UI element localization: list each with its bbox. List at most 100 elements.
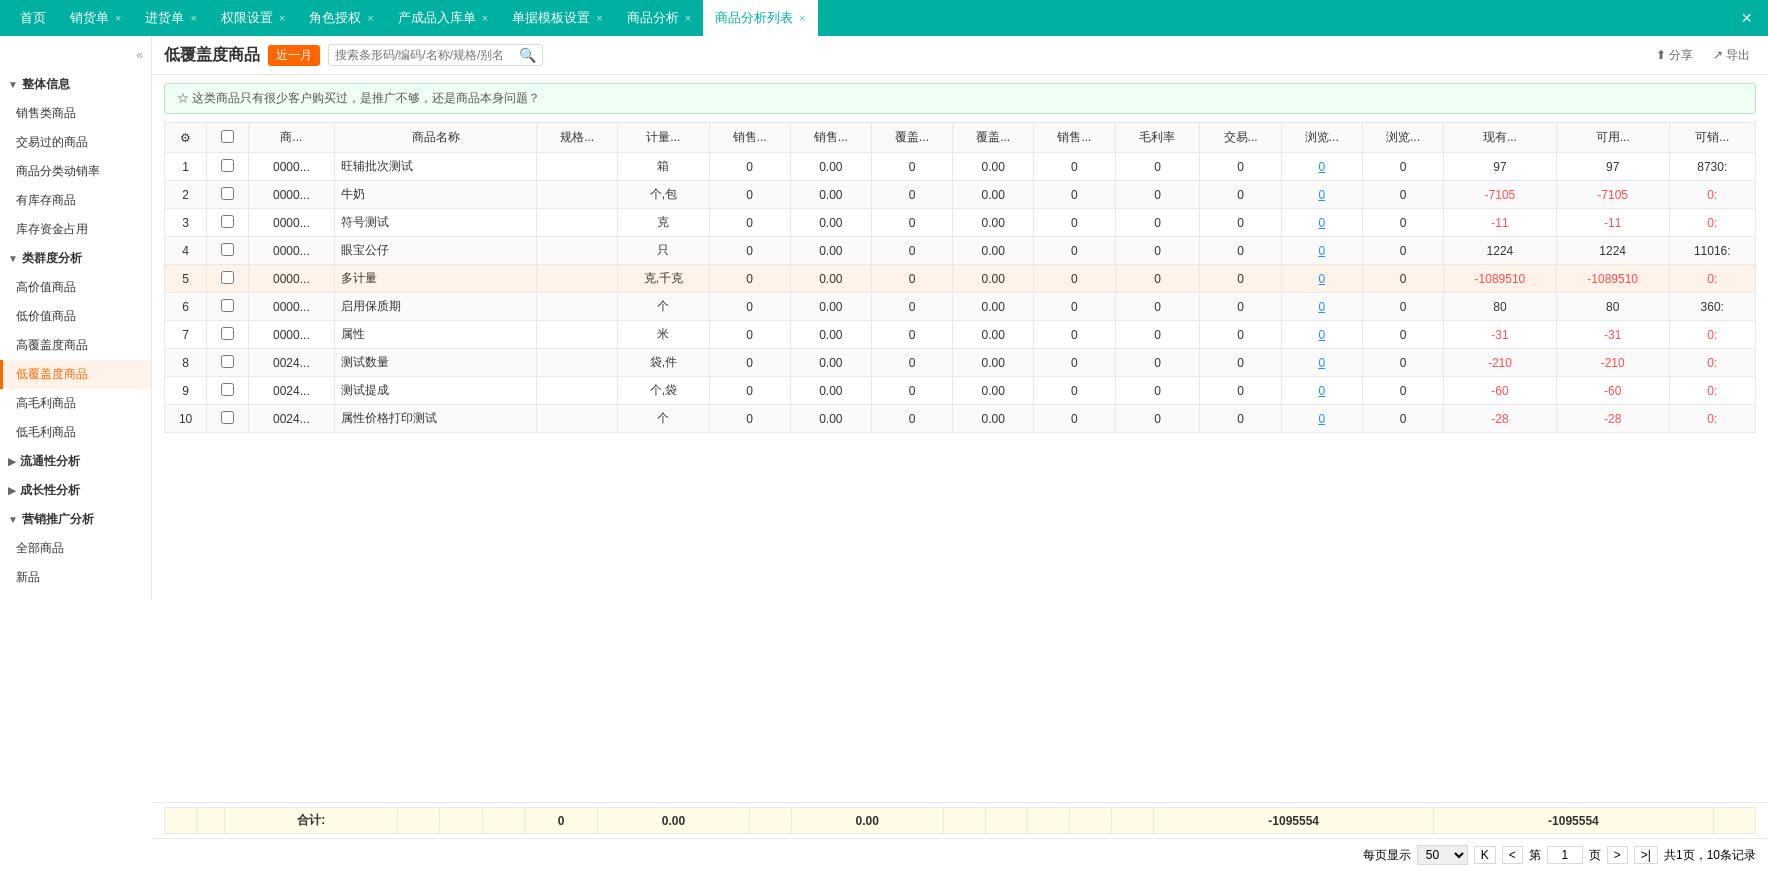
cell-checkbox[interactable]: [207, 265, 249, 293]
nav-product-analysis-list[interactable]: 商品分析列表 ×: [703, 0, 817, 36]
cell-browse1[interactable]: 0: [1281, 237, 1362, 265]
row-checkbox[interactable]: [221, 383, 234, 396]
th-saleable[interactable]: 可销...: [1669, 123, 1755, 153]
cell-checkbox[interactable]: [207, 377, 249, 405]
cell-checkbox[interactable]: [207, 405, 249, 433]
close-icon[interactable]: ×: [596, 12, 602, 24]
sidebar-item-high-margin[interactable]: 高毛利商品: [0, 389, 151, 418]
cell-browse1[interactable]: 0: [1281, 349, 1362, 377]
th-sku[interactable]: 商...: [248, 123, 334, 153]
sidebar-item-low-margin[interactable]: 低毛利商品: [0, 418, 151, 447]
sidebar-section-structure[interactable]: ▼ 类群度分析: [0, 244, 151, 273]
sidebar-section-flow[interactable]: ▶ 流通性分析: [0, 447, 151, 476]
th-sale3[interactable]: 销售...: [1034, 123, 1115, 153]
row-checkbox[interactable]: [221, 299, 234, 312]
cell-checkbox[interactable]: [207, 293, 249, 321]
th-trade[interactable]: 交易...: [1200, 123, 1281, 153]
nav-home[interactable]: 首页: [8, 0, 58, 36]
sidebar-item-in-stock-goods[interactable]: 有库存商品: [0, 186, 151, 215]
th-browse2[interactable]: 浏览...: [1362, 123, 1443, 153]
nav-permission-settings[interactable]: 权限设置 ×: [209, 0, 297, 36]
cell-sale3: 0: [1034, 237, 1115, 265]
close-icon[interactable]: ×: [115, 12, 121, 24]
row-checkbox[interactable]: [221, 215, 234, 228]
export-button[interactable]: ↗ 导出: [1707, 45, 1756, 66]
sidebar-section-growth[interactable]: ▶ 成长性分析: [0, 476, 151, 505]
sidebar-item-all-goods[interactable]: 全部商品: [0, 534, 151, 563]
last-page-button[interactable]: >|: [1634, 846, 1658, 864]
close-icon[interactable]: ×: [482, 12, 488, 24]
cell-checkbox[interactable]: [207, 209, 249, 237]
th-current-stock[interactable]: 现有...: [1444, 123, 1557, 153]
th-unit[interactable]: 计量...: [618, 123, 709, 153]
th-browse1[interactable]: 浏览...: [1281, 123, 1362, 153]
row-checkbox[interactable]: [221, 411, 234, 424]
cell-browse1[interactable]: 0: [1281, 293, 1362, 321]
row-checkbox[interactable]: [221, 243, 234, 256]
row-checkbox[interactable]: [221, 327, 234, 340]
cell-browse1[interactable]: 0: [1281, 265, 1362, 293]
th-settings[interactable]: ⚙: [165, 123, 207, 153]
nav-product-inbound[interactable]: 产成品入库单 ×: [386, 0, 500, 36]
first-page-button[interactable]: K: [1474, 846, 1496, 864]
row-checkbox[interactable]: [221, 271, 234, 284]
cell-checkbox[interactable]: [207, 349, 249, 377]
close-icon[interactable]: ×: [190, 12, 196, 24]
search-input[interactable]: [335, 48, 515, 62]
sidebar-item-traded-goods[interactable]: 交易过的商品: [0, 128, 151, 157]
close-icon[interactable]: ×: [367, 12, 373, 24]
cell-browse1[interactable]: 0: [1281, 405, 1362, 433]
sidebar-section-overall[interactable]: ▼ 整体信息: [0, 70, 151, 99]
close-icon[interactable]: ×: [685, 12, 691, 24]
sidebar-item-high-value[interactable]: 高价值商品: [0, 273, 151, 302]
sidebar-item-sales-goods[interactable]: 销售类商品: [0, 99, 151, 128]
nav-role-auth[interactable]: 角色授权 ×: [297, 0, 385, 36]
search-icon[interactable]: 🔍: [519, 47, 536, 63]
cell-checkbox[interactable]: [207, 153, 249, 181]
th-cover2[interactable]: 覆盖...: [953, 123, 1034, 153]
page-number-input[interactable]: [1547, 846, 1583, 864]
sidebar-item-category-sales-rate[interactable]: 商品分类动销率: [0, 157, 151, 186]
close-icon[interactable]: ×: [799, 12, 805, 24]
sidebar-item-low-coverage[interactable]: 低覆盖度商品: [0, 360, 151, 389]
nav-purchase-order[interactable]: 进货单 ×: [133, 0, 208, 36]
cell-browse1[interactable]: 0: [1281, 321, 1362, 349]
select-all-checkbox[interactable]: [221, 130, 234, 143]
sidebar-item-low-value[interactable]: 低价值商品: [0, 302, 151, 331]
sidebar-section-marketing[interactable]: ▼ 营销推广分析: [0, 505, 151, 534]
sidebar-collapse-button[interactable]: «: [136, 48, 143, 62]
share-button[interactable]: ⬆ 分享: [1650, 45, 1699, 66]
time-filter-button[interactable]: 近一月: [268, 45, 320, 66]
sidebar-item-high-coverage[interactable]: 高覆盖度商品: [0, 331, 151, 360]
per-page-select[interactable]: 50 20 100: [1417, 845, 1468, 865]
sidebar-item-new-goods[interactable]: 新品: [0, 563, 151, 592]
row-checkbox[interactable]: [221, 355, 234, 368]
th-gross-rate[interactable]: 毛利率: [1115, 123, 1200, 153]
row-checkbox[interactable]: [221, 159, 234, 172]
th-checkbox[interactable]: [207, 123, 249, 153]
prev-page-button[interactable]: <: [1502, 846, 1523, 864]
cell-checkbox[interactable]: [207, 181, 249, 209]
cell-current-stock: -31: [1444, 321, 1557, 349]
cell-browse1[interactable]: 0: [1281, 181, 1362, 209]
close-icon[interactable]: ×: [279, 12, 285, 24]
nav-template-settings[interactable]: 单据模板设置 ×: [500, 0, 614, 36]
th-spec[interactable]: 规格...: [537, 123, 618, 153]
window-close-button[interactable]: ×: [1733, 8, 1760, 29]
th-available[interactable]: 可用...: [1556, 123, 1669, 153]
nav-product-analysis[interactable]: 商品分析 ×: [615, 0, 703, 36]
row-checkbox[interactable]: [221, 187, 234, 200]
sidebar-item-stock-capital[interactable]: 库存资金占用: [0, 215, 151, 244]
cell-checkbox[interactable]: [207, 321, 249, 349]
cell-browse1[interactable]: 0: [1281, 209, 1362, 237]
cell-browse1[interactable]: 0: [1281, 153, 1362, 181]
th-name[interactable]: 商品名称: [335, 123, 537, 153]
nav-sales-order[interactable]: 销货单 ×: [58, 0, 133, 36]
next-page-button[interactable]: >: [1607, 846, 1628, 864]
th-sale-amt[interactable]: 销售...: [790, 123, 871, 153]
th-sale-qty[interactable]: 销售...: [709, 123, 790, 153]
sidebar-wrapper: « ▼ 整体信息 销售类商品 交易过的商品 商品分类动销率 有库存商品 库存资金…: [0, 36, 152, 871]
th-cover1[interactable]: 覆盖...: [871, 123, 952, 153]
cell-browse1[interactable]: 0: [1281, 377, 1362, 405]
cell-checkbox[interactable]: [207, 237, 249, 265]
